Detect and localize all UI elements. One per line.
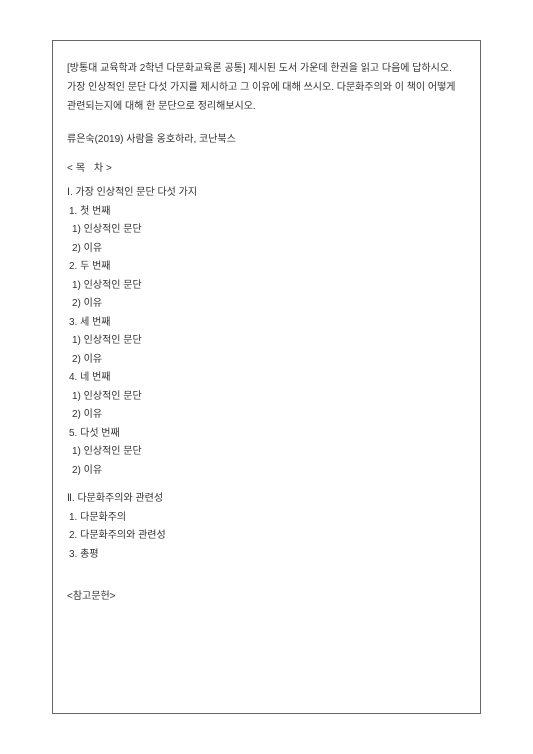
toc-body: Ⅰ. 가장 인상적인 문단 다섯 가지 1. 첫 번째 1) 인상적인 문단 2… xyxy=(67,184,466,607)
toc-section2-item2: 2. 다문화주의와 관련성 xyxy=(67,527,466,546)
toc-item-2: 2. 두 번째 xyxy=(67,258,466,277)
toc-item-4: 4. 네 번째 xyxy=(67,369,466,388)
toc-item-5-sub2: 2) 이유 xyxy=(67,462,466,481)
toc-section2-item1: 1. 다문화주의 xyxy=(67,509,466,528)
references-heading: <참고문헌> xyxy=(67,588,466,607)
toc-item-2-sub2: 2) 이유 xyxy=(67,295,466,314)
toc-item-2-sub1: 1) 인상적인 문단 xyxy=(67,277,466,296)
toc-item-1-sub1: 1) 인상적인 문단 xyxy=(67,221,466,240)
toc-title: <목 차> xyxy=(67,159,466,174)
toc-item-4-sub2: 2) 이유 xyxy=(67,406,466,425)
document-page: [방통대 교육학과 2학년 다문화교육론 공통] 제시된 도서 가운데 한권을 … xyxy=(52,40,481,714)
toc-item-1-sub2: 2) 이유 xyxy=(67,240,466,259)
toc-item-3-sub1: 1) 인상적인 문단 xyxy=(67,332,466,351)
toc-section1-heading: Ⅰ. 가장 인상적인 문단 다섯 가지 xyxy=(67,184,466,203)
toc-item-1: 1. 첫 번째 xyxy=(67,203,466,222)
toc-item-4-sub1: 1) 인상적인 문단 xyxy=(67,388,466,407)
toc-item-3-sub2: 2) 이유 xyxy=(67,351,466,370)
toc-item-3: 3. 세 번째 xyxy=(67,314,466,333)
toc-item-5: 5. 다섯 번째 xyxy=(67,425,466,444)
toc-item-5-sub1: 1) 인상적인 문단 xyxy=(67,443,466,462)
author-citation: 류은숙(2019) 사람을 옹호하라, 코난북스 xyxy=(67,130,466,145)
toc-section2-heading: Ⅱ. 다문화주의와 관련성 xyxy=(67,490,466,509)
toc-section2-item3: 3. 총평 xyxy=(67,546,466,565)
assignment-header: [방통대 교육학과 2학년 다문화교육론 공통] 제시된 도서 가운데 한권을 … xyxy=(67,59,466,116)
